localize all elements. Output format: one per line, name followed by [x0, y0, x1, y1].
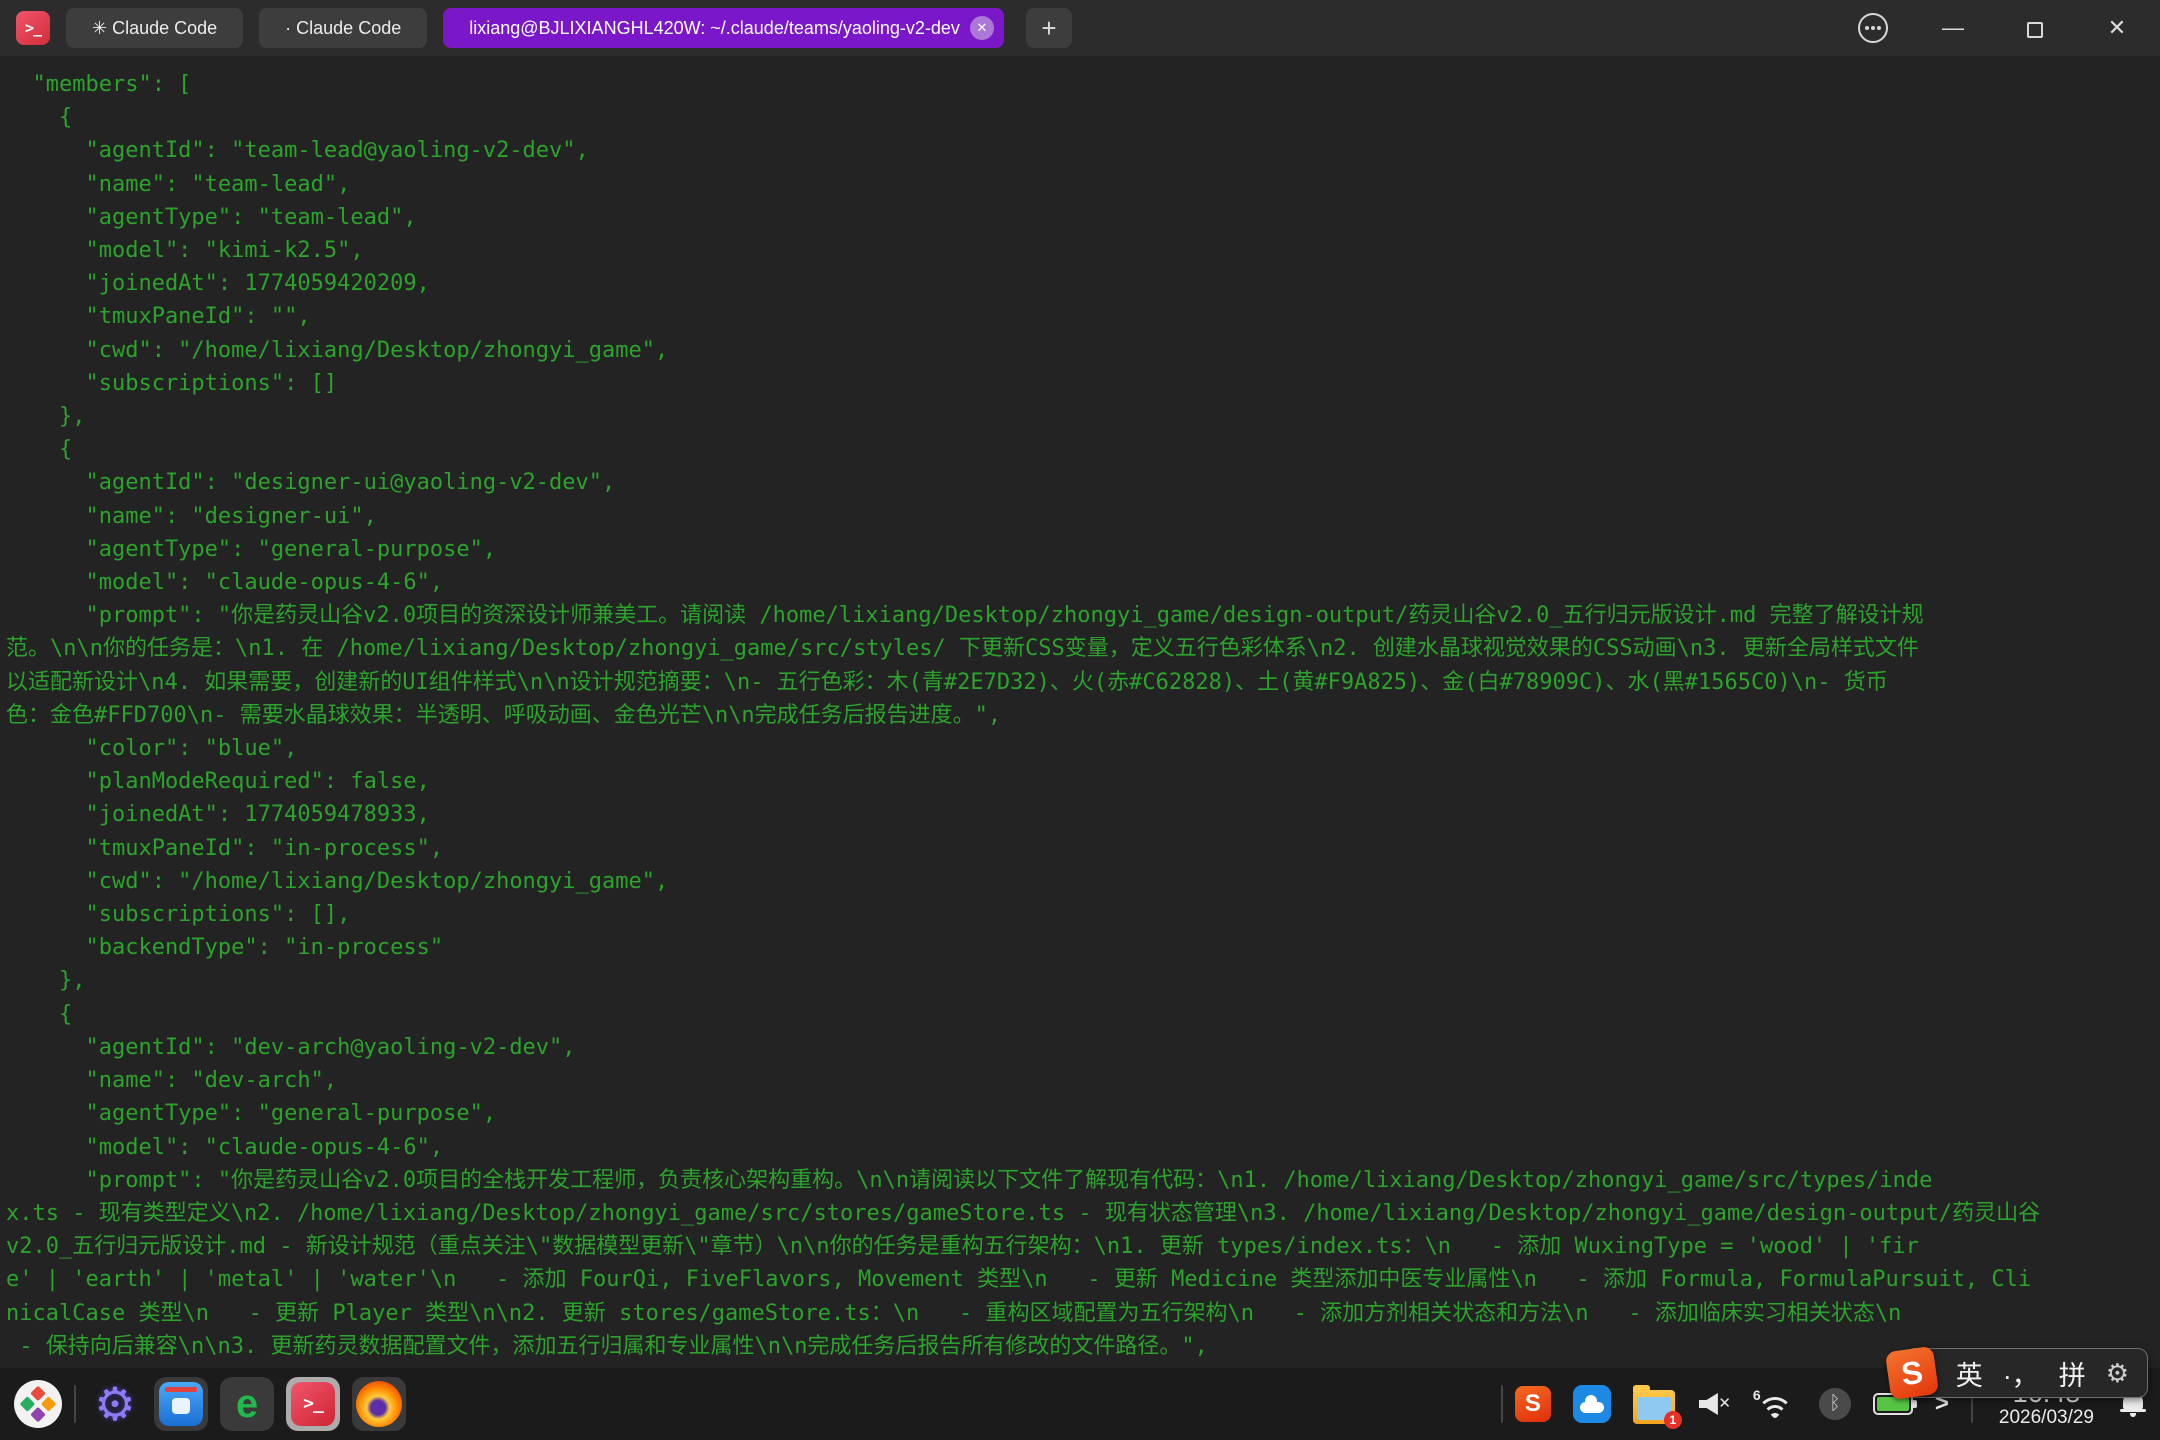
mute-x-icon: ✕ [1718, 1394, 1731, 1412]
volume-muted-icon[interactable]: ✕ [1697, 1389, 1731, 1419]
file-manager-icon [159, 1382, 203, 1426]
restore-button[interactable] [2018, 11, 2052, 45]
launcher-icon [19, 1385, 57, 1423]
terminal-line: "backendType": "in-process" [6, 935, 444, 961]
terminal-line: x.ts - 现有类型定义\n2. /home/lixiang/Desktop/… [6, 1200, 2041, 1226]
bluetooth-icon[interactable]: ᛒ [1818, 1387, 1851, 1420]
terminal-line: "cwd": "/home/lixiang/Desktop/zhongyi_ga… [6, 868, 669, 894]
terminal-app-icon: >_ [16, 11, 50, 45]
window-controls: — ✕ [1858, 11, 2134, 45]
terminal-line: "model": "claude-opus-4-6", [6, 570, 444, 596]
terminal-line: "tmuxPaneId": "", [6, 304, 311, 330]
speaker-icon [1698, 1392, 1718, 1415]
taskbar-item-browser[interactable]: e [220, 1377, 274, 1431]
taskbar-item-firefox[interactable] [352, 1377, 406, 1431]
terminal-line: "members": [ [6, 72, 192, 97]
terminal-line: "prompt": "你是药灵山谷v2.0项目的资深设计师兼美工。请阅读 /ho… [6, 603, 1924, 629]
ime-language-mode-toggle[interactable]: 英 [1956, 1354, 1983, 1393]
terminal-line: { [6, 105, 73, 131]
terminal-line: "subscriptions": [], [6, 902, 351, 928]
terminal-line: "joinedAt": 1774059478933, [6, 802, 430, 828]
terminal-line: "agentId": "designer-ui@yaoling-v2-dev", [6, 470, 616, 496]
terminal-line: 范。\n\n你的任务是：\n1. 在 /home/lixiang/Desktop… [6, 636, 1919, 662]
terminal-line: nicalCase 类型\n - 更新 Player 类型\n\n2. 更新 s… [6, 1300, 1902, 1326]
terminal-line: 以适配新设计\n4. 如果需要，创建新的UI组件样式\n\n设计规范摘要：\n-… [6, 669, 1888, 695]
menu-ellipsis-icon[interactable] [1858, 13, 1888, 43]
terminal-line: "planModeRequired": false, [6, 769, 430, 795]
close-button[interactable]: ✕ [2100, 11, 2134, 45]
terminal-icon: >_ [291, 1382, 335, 1426]
terminal-line: }, [6, 404, 86, 430]
terminal-line: "agentId": "team-lead@yaoling-v2-dev", [6, 138, 589, 164]
terminal-line: "cwd": "/home/lixiang/Desktop/zhongyi_ga… [6, 337, 669, 363]
tab-label: lixiang@BJLIXIANGHL420W: ~/.claude/teams… [469, 17, 960, 38]
terminal-line: e' | 'earth' | 'metal' | 'water'\n - 添加 … [6, 1267, 2032, 1293]
taskbar-item-terminal[interactable]: >_ [286, 1377, 340, 1431]
terminal-line: - 保持向后兼容\n\n3. 更新药灵数据配置文件，添加五行归属和专业属性\n\… [6, 1333, 1208, 1359]
terminal-line: "agentType": "general-purpose", [6, 536, 497, 562]
terminal-line: "prompt": "你是药灵山谷v2.0项目的全栈开发工程师，负责核心架构重构… [6, 1167, 1933, 1193]
sogou-tray-icon[interactable]: S [1514, 1385, 1551, 1422]
sogou-ime-logo-icon[interactable]: S [1884, 1345, 1939, 1401]
ime-pinyin-indicator[interactable]: 拼 [2059, 1354, 2086, 1393]
taskbar-item-file-manager[interactable] [154, 1377, 208, 1431]
tab-close-icon[interactable]: ✕ [969, 16, 994, 40]
terminal-line: "agentType": "general-purpose", [6, 1101, 497, 1127]
tab-label: ✳ Claude Code [92, 17, 218, 38]
minimize-button[interactable]: — [1936, 11, 1970, 45]
tab-claude-code-2[interactable]: · Claude Code [259, 8, 428, 48]
ime-punctuation-toggle[interactable]: ·， [2003, 1354, 2039, 1393]
new-tab-button[interactable]: + [1025, 8, 1072, 48]
firefox-icon [356, 1381, 402, 1427]
wifi6-label: 6 [1752, 1386, 1761, 1403]
restore-icon [2027, 18, 2051, 38]
terminal-line: "joinedAt": 1774059420209, [6, 271, 430, 297]
cloud-sync-icon[interactable] [1572, 1384, 1611, 1423]
launcher-button[interactable] [14, 1380, 62, 1428]
ime-settings-gear-icon[interactable]: ⚙ [2106, 1358, 2129, 1389]
terminal-line: "tmuxPaneId": "in-process", [6, 835, 444, 861]
terminal-line: "model": "claude-opus-4-6", [6, 1134, 444, 1160]
terminal-viewport[interactable]: "members": [ { "agentId": "team-lead@yao… [0, 56, 2160, 1368]
browser-icon: e [235, 1382, 259, 1426]
wifi-icon[interactable]: 6 [1753, 1387, 1797, 1421]
tray-divider [1500, 1385, 1503, 1423]
terminal-line: "name": "team-lead", [6, 171, 351, 197]
terminal-line: { [6, 1001, 73, 1027]
clock-date: 2026/03/29 [1998, 1407, 2094, 1429]
terminal-line: "name": "designer-ui", [6, 503, 377, 529]
ime-toolbar: S 英 ·， 拼 ⚙ [1884, 1345, 2148, 1401]
terminal-line: 色：金色#FFD700\n- 需要水晶球效果：半透明、呼吸动画、金色光芒\n\n… [6, 702, 1002, 728]
taskbar: ⚙ e >_ S 1 ✕ 6 ᛒ > 16:48 2026/03/29 [0, 1368, 2160, 1440]
terminal-line: "agentId": "dev-arch@yaoling-v2-dev", [6, 1034, 576, 1060]
tab-claude-code-1[interactable]: ✳ Claude Code [66, 8, 244, 48]
notification-badge: 1 [1663, 1410, 1682, 1429]
window-titlebar: >_ ✳ Claude Code · Claude Code lixiang@B… [0, 0, 2160, 56]
terminal-line: "name": "dev-arch", [6, 1068, 338, 1094]
tab-label: · Claude Code [285, 17, 402, 38]
settings-gear-icon: ⚙ [94, 1378, 136, 1430]
tab-active-terminal[interactable]: lixiang@BJLIXIANGHL420W: ~/.claude/teams… [443, 8, 1004, 48]
terminal-line: v2.0_五行归元版设计.md - 新设计规范（重点关注\"数据模型更新\"章节… [6, 1234, 1919, 1260]
download-folder-icon[interactable]: 1 [1632, 1384, 1682, 1429]
terminal-line: "agentType": "team-lead", [6, 204, 417, 230]
terminal-line: "subscriptions": [] [6, 370, 338, 396]
terminal-line: { [6, 437, 73, 463]
taskbar-item-settings[interactable]: ⚙ [88, 1377, 142, 1431]
taskbar-divider [74, 1385, 76, 1423]
terminal-line: "model": "kimi-k2.5", [6, 238, 364, 264]
terminal-line: "color": "blue", [6, 736, 298, 762]
terminal-line: }, [6, 968, 86, 994]
